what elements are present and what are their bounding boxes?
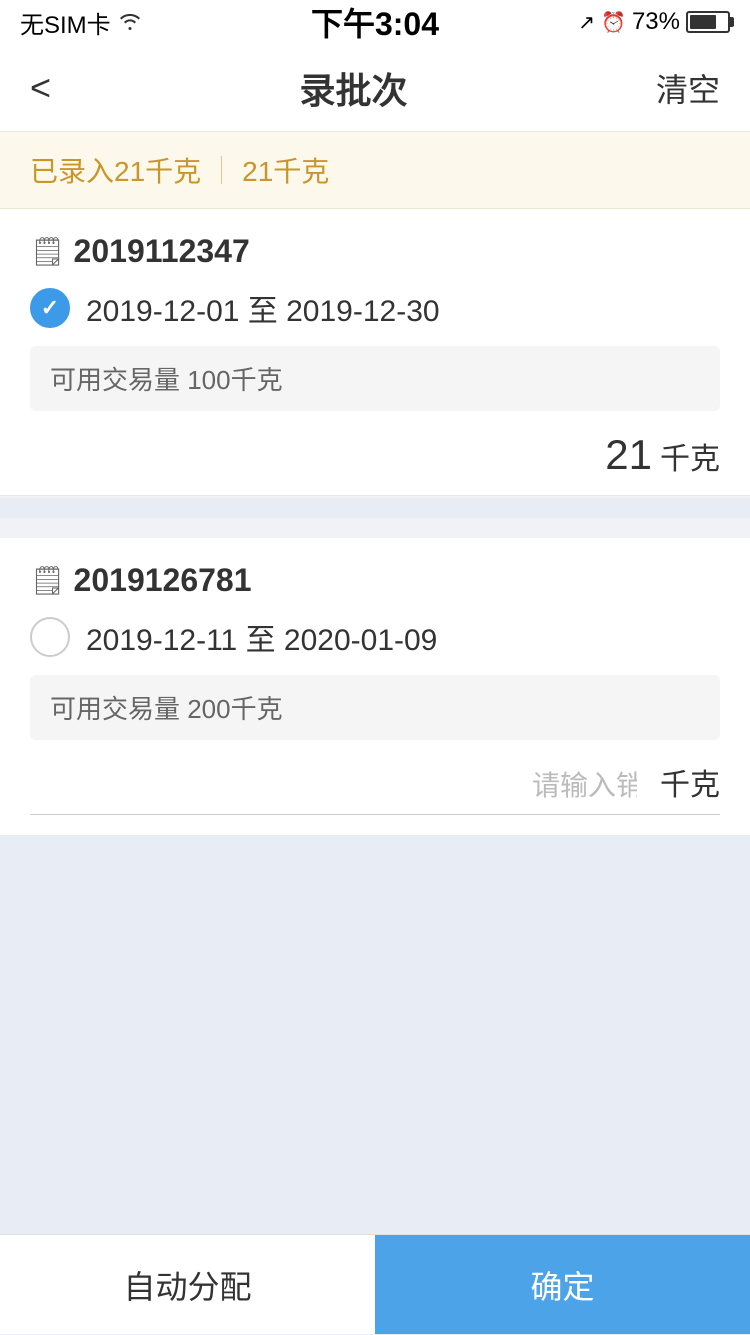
batch1-amount-value: 21	[605, 431, 652, 479]
batch1-card: 🗒 2019112347 2019-12-01 至 2019-12-30 可用交…	[0, 209, 750, 496]
status-left: 无SIM卡	[20, 5, 141, 40]
location-icon: ↗	[578, 10, 595, 35]
info-banner: 已录入21千克 21千克	[0, 132, 750, 209]
batch1-date-row[interactable]: 2019-12-01 至 2019-12-30	[30, 286, 720, 330]
batch2-radio[interactable]	[30, 617, 70, 657]
batch2-date-row[interactable]: 2019-12-11 至 2020-01-09	[30, 615, 720, 659]
batch1-icon: 🗒	[30, 235, 66, 268]
batch2-icon: 🗒	[30, 564, 66, 597]
batch1-amount-unit: 千克	[660, 434, 720, 478]
batch1-header: 🗒 2019112347	[30, 233, 720, 270]
recorded-label: 已录入21千克	[30, 150, 201, 190]
banner-divider	[221, 156, 222, 184]
recorded-value: 21千克	[242, 150, 329, 190]
nav-bar: < 录批次 清空	[0, 44, 750, 132]
wifi-icon	[119, 14, 141, 30]
auto-distribute-button[interactable]: 自动分配	[0, 1235, 375, 1334]
battery-percent: 73%	[632, 8, 680, 36]
batch2-amount-row[interactable]: 千克	[0, 740, 750, 815]
status-bar: 无SIM卡 下午3:04 ↗ ⏰ 73%	[0, 0, 750, 44]
batch2-number: 2019126781	[74, 562, 252, 599]
batch2-date: 2019-12-11 至 2020-01-09	[86, 615, 437, 659]
battery-icon	[686, 11, 730, 33]
status-right: ↗ ⏰ 73%	[578, 8, 730, 36]
bottom-bar: 自动分配 确定	[0, 1234, 750, 1334]
batch1-radio[interactable]	[30, 288, 70, 328]
batch1-amount-row: 21 千克	[0, 411, 750, 496]
batch2-amount-input[interactable]	[532, 770, 652, 802]
batch1-number: 2019112347	[74, 233, 250, 270]
page-title: 录批次	[300, 62, 408, 114]
batch2-unit: 千克	[660, 760, 720, 804]
batch1-date: 2019-12-01 至 2019-12-30	[86, 286, 440, 330]
batch2-header: 🗒 2019126781	[30, 562, 720, 599]
clear-button[interactable]: 清空	[656, 65, 720, 111]
batch1-availability: 可用交易量 100千克	[30, 346, 720, 411]
batch2-availability: 可用交易量 200千克	[30, 675, 720, 740]
alarm-icon: ⏰	[601, 10, 626, 35]
status-time: 下午3:04	[311, 0, 439, 45]
back-button[interactable]: <	[30, 67, 51, 109]
card-spacer	[0, 498, 750, 518]
carrier-label: 无SIM卡	[20, 5, 111, 40]
confirm-button[interactable]: 确定	[375, 1235, 750, 1334]
batch2-card: 🗒 2019126781 2019-12-11 至 2020-01-09 可用交…	[0, 538, 750, 835]
